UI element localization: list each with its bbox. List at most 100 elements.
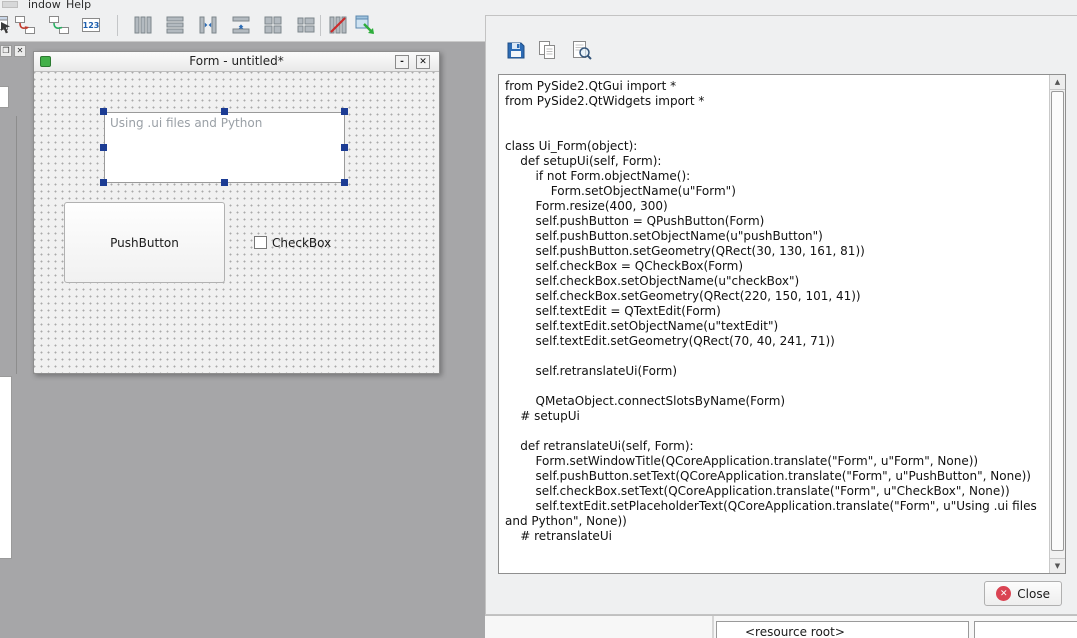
toolbar-separator (117, 15, 118, 36)
code-line: if not Form.objectName(): (505, 169, 1047, 184)
code-line: # retranslateUi (505, 529, 1047, 544)
close-button-label: Close (1017, 587, 1050, 601)
bottom-panel-fragment (974, 621, 1077, 638)
form-minimize-button[interactable]: - (395, 55, 409, 69)
bottom-dock-strip: <resource root> (485, 615, 1077, 638)
form-window-titlebar[interactable]: Form - untitled* - ✕ (34, 52, 439, 72)
save-button[interactable] (503, 38, 529, 62)
edit-buddies-icon (48, 14, 70, 36)
form-editor-window: Form - untitled* - ✕ Using .ui files and… (33, 51, 440, 374)
dock-splitter[interactable] (712, 616, 714, 638)
code-line: Form.resize(400, 300) (505, 199, 1047, 214)
checkbox-label: CheckBox (272, 236, 331, 250)
menu-window[interactable]: indow (28, 0, 61, 10)
code-scrollbar[interactable]: ▲ ▼ (1049, 75, 1065, 573)
layout-horizontal-splitter-icon (197, 14, 219, 36)
layout-grid-button[interactable] (261, 13, 285, 37)
toolbar-separator (320, 15, 321, 36)
menubar-fragment (2, 1, 18, 8)
dock-float-button[interactable]: ❐ (0, 45, 12, 57)
selection-handle[interactable] (341, 179, 348, 186)
layout-form-icon (295, 14, 317, 36)
code-line: QMetaObject.connectSlotsByName(Form) (505, 394, 1047, 409)
resource-root-item[interactable]: <resource root> (745, 625, 845, 638)
code-line: self.textEdit.setPlaceholderText(QCoreAp… (505, 499, 1047, 529)
code-line: self.checkBox.setGeometry(QRect(220, 150… (505, 289, 1047, 304)
widgetbox-panel-fragment (0, 376, 12, 559)
layout-vertical-splitter-button[interactable] (229, 13, 253, 37)
edit-signals-slots-icon (14, 14, 36, 36)
break-layout-button[interactable] (326, 13, 350, 37)
find-button[interactable] (569, 38, 595, 62)
code-line: self.checkBox.setObjectName(u"checkBox") (505, 274, 1047, 289)
form-close-button[interactable]: ✕ (416, 55, 430, 69)
adjust-size-icon (354, 14, 380, 36)
edit-signals-slots-button[interactable] (13, 13, 37, 37)
code-line: Form.setWindowTitle(QCoreApplication.tra… (505, 454, 1047, 469)
code-line: Form.setObjectName(u"Form") (505, 184, 1047, 199)
code-line (505, 379, 1047, 394)
code-line: self.pushButton = QPushButton(Form) (505, 214, 1047, 229)
checkbox-box[interactable] (254, 236, 267, 249)
code-line: self.pushButton.setGeometry(QRect(30, 13… (505, 244, 1047, 259)
code-line: def setupUi(self, Form): (505, 154, 1047, 169)
resource-browser: <resource root> (716, 621, 969, 638)
layout-vertical-splitter-icon (230, 14, 252, 36)
widgetbox-filter-fragment[interactable] (0, 86, 9, 108)
code-line: self.retranslateUi(Form) (505, 364, 1047, 379)
layout-vertical-icon (164, 14, 186, 36)
selection-handle[interactable] (341, 144, 348, 151)
adjust-size-button[interactable] (353, 13, 381, 37)
checkbox-widget[interactable]: CheckBox (254, 222, 355, 263)
code-line: self.checkBox = QCheckBox(Form) (505, 259, 1047, 274)
qt-designer-window: indow Help 123 (0, 0, 1077, 638)
code-line (505, 124, 1047, 139)
dock-divider (16, 116, 17, 374)
close-circle-icon: ✕ (996, 586, 1011, 601)
code-line: def retranslateUi(self, Form): (505, 439, 1047, 454)
layout-horizontal-splitter-button[interactable] (196, 13, 220, 37)
edit-tab-order-button[interactable]: 123 (79, 13, 103, 37)
layout-vertical-button[interactable] (163, 13, 187, 37)
code-line (505, 349, 1047, 364)
pushbutton-widget[interactable]: PushButton (64, 202, 225, 283)
code-view: from PySide2.QtGui import *from PySide2.… (498, 74, 1066, 574)
edit-buddies-button[interactable] (47, 13, 71, 37)
textedit-widget[interactable]: Using .ui files and Python (104, 112, 345, 183)
save-icon (505, 39, 527, 61)
find-icon (570, 39, 594, 61)
dialog-close-button[interactable]: ✕ Close (984, 581, 1062, 606)
edit-widgets-icon (0, 14, 14, 36)
tab-order-label: 123 (83, 21, 100, 30)
layout-grid-icon (262, 14, 284, 36)
scrollbar-thumb[interactable] (1051, 91, 1064, 551)
copy-button[interactable] (534, 38, 560, 62)
form-window-title: Form - untitled* (34, 54, 439, 68)
code-line: self.pushButton.setObjectName(u"pushButt… (505, 229, 1047, 244)
menu-help[interactable]: Help (66, 0, 91, 10)
layout-horizontal-icon (132, 14, 154, 36)
code-line: from PySide2.QtGui import * (505, 79, 1047, 94)
selection-handle[interactable] (100, 144, 107, 151)
selection-handle[interactable] (341, 108, 348, 115)
code-line: self.textEdit.setObjectName(u"textEdit") (505, 319, 1047, 334)
code-line: self.checkBox.setText(QCoreApplication.t… (505, 484, 1047, 499)
copy-icon (536, 39, 558, 61)
layout-horizontal-button[interactable] (131, 13, 155, 37)
scroll-up-icon[interactable]: ▲ (1050, 75, 1065, 90)
textedit-placeholder: Using .ui files and Python (110, 116, 262, 130)
code-line: from PySide2.QtWidgets import * (505, 94, 1047, 109)
selection-handle[interactable] (100, 179, 107, 186)
layout-form-button[interactable] (294, 13, 318, 37)
selection-handle[interactable] (100, 108, 107, 115)
code-line: self.textEdit = QTextEdit(Form) (505, 304, 1047, 319)
dock-close-button[interactable]: ✕ (14, 45, 26, 57)
code-content: from PySide2.QtGui import *from PySide2.… (499, 75, 1049, 573)
scroll-down-icon[interactable]: ▼ (1050, 558, 1065, 573)
menubar: indow Help (0, 0, 1077, 10)
selection-handle[interactable] (221, 179, 228, 186)
form-canvas[interactable]: Using .ui files and Python PushButton Ch… (34, 72, 439, 373)
python-code-dialog: from PySide2.QtGui import *from PySide2.… (485, 15, 1077, 615)
selection-handle[interactable] (221, 108, 228, 115)
break-layout-icon (327, 14, 349, 36)
